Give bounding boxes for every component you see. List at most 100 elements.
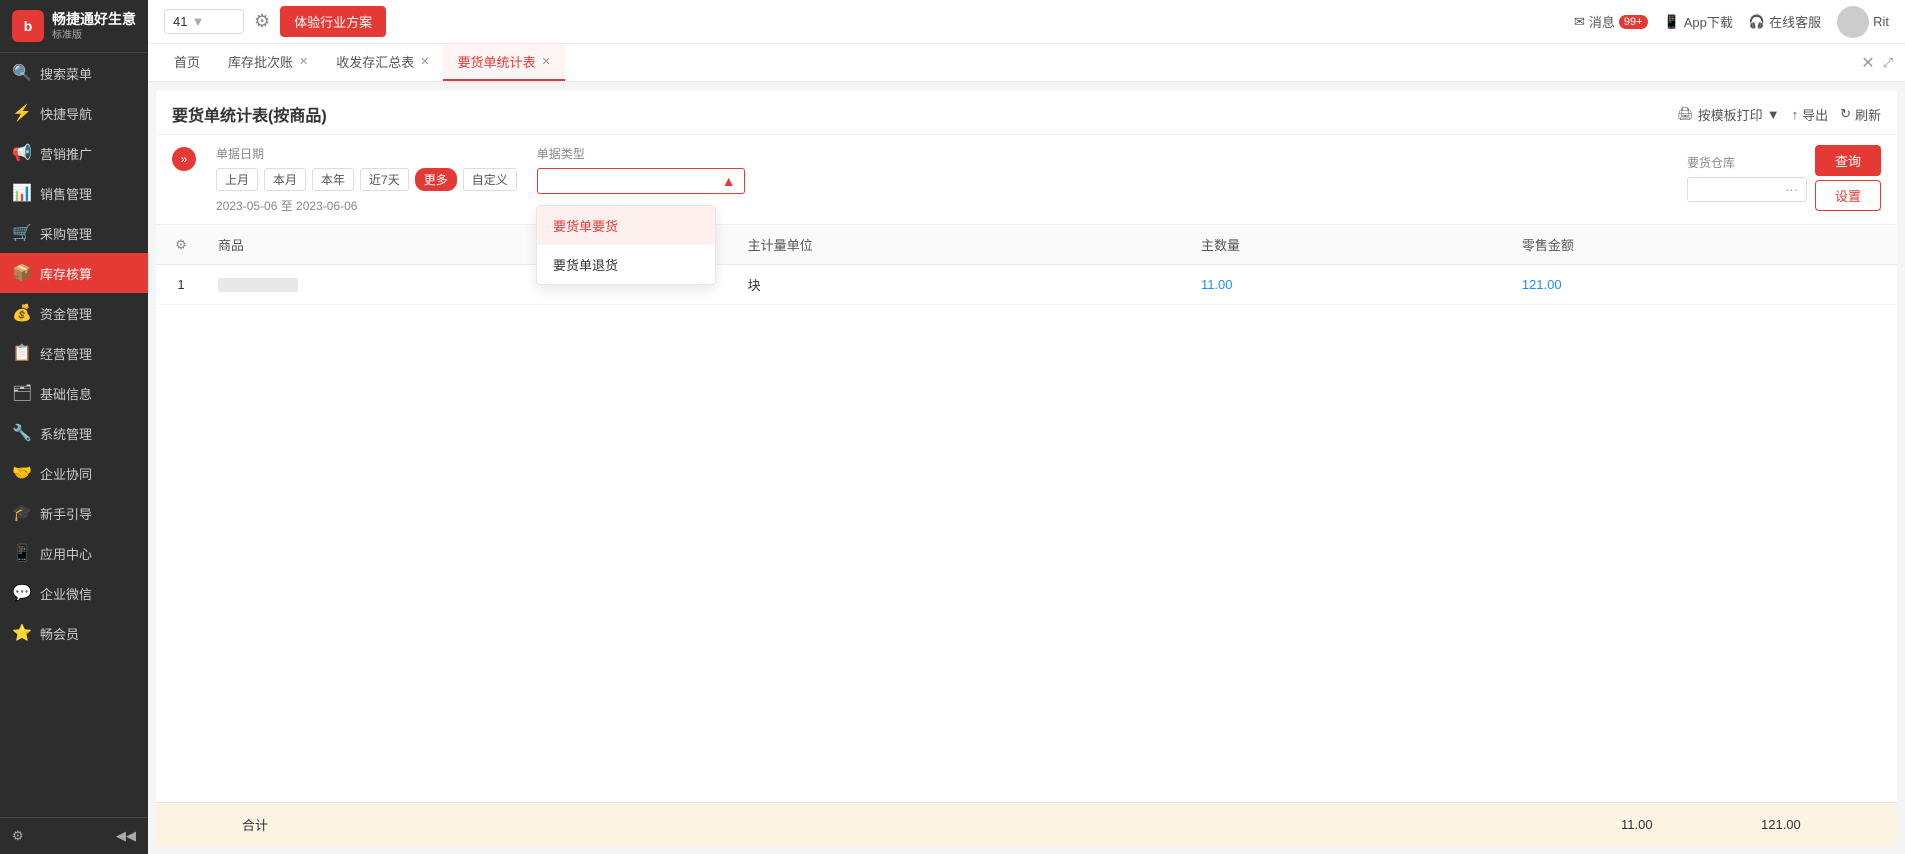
logo-text: 畅捷通好生意 标准版 [52,10,136,41]
sidebar-item-basic-info[interactable]: 🗂 基础信息 [0,373,148,413]
messages-badge: 99+ [1619,15,1648,29]
warehouse-filter-label: 要货仓库 [1687,154,1807,171]
operations-icon: 📋 [12,343,32,363]
sidebar-item-system[interactable]: 🔧 系统管理 [0,413,148,453]
sidebar-item-quick-nav[interactable]: ⚡ 快捷导航 [0,93,148,133]
cell-amount[interactable]: 121.00 [1510,265,1897,305]
member-icon: ⭐ [12,623,32,643]
type-filter-group: 单据类型 ▲ [537,145,745,194]
settings-button[interactable]: 设置 [1815,180,1881,211]
date-btn-last-month[interactable]: 上月 [216,168,258,191]
wechat-icon: 💬 [12,583,32,603]
sidebar: b 畅捷通好生意 标准版 🔍 搜索菜单 ⚡ 快捷导航 📢 营销推广 📊 销售管理… [0,0,148,854]
refresh-btn[interactable]: ↻ 刷新 [1840,105,1881,124]
user-avatar-btn[interactable]: Rit [1837,6,1889,38]
search-icon: 🔍 [12,63,32,83]
inventory-icon: 📦 [12,263,32,283]
tab-receive-send[interactable]: 收发存汇总表 ✕ [322,44,443,81]
purchase-icon: 🛒 [12,223,32,243]
app-download-btn[interactable]: 📱 App下载 [1664,12,1733,31]
page-content: 要货单统计表(按商品) 🖨 按模板打印 ▼ ↑ 导出 ↻ 刷新 » [156,90,1897,846]
tab-inventory-batch[interactable]: 库存批次账 ✕ [214,44,322,81]
tabs-bar-right: ✕ ⤢ [1861,53,1893,73]
cell-index: 1 [156,265,206,305]
tab-expand-icon[interactable]: ⤢ [1883,55,1893,71]
sidebar-item-guide[interactable]: 🎓 新手引导 [0,493,148,533]
date-btn-custom[interactable]: 自定义 [463,168,517,191]
print-btn[interactable]: 🖨 按模板打印 ▼ [1677,105,1779,124]
sidebar-item-operations[interactable]: 📋 经营管理 [0,333,148,373]
industry-btn[interactable]: 体验行业方案 [280,6,386,37]
warehouse-more-icon[interactable]: ··· [1785,182,1798,197]
basic-info-icon: 🗂 [12,383,32,403]
table-footer: 合计 11.00 121.00 [156,802,1897,846]
sidebar-item-purchase[interactable]: 🛒 采购管理 [0,213,148,253]
sidebar-item-inventory[interactable]: 📦 库存核算 [0,253,148,293]
tab-close-receive-send[interactable]: ✕ [420,55,429,68]
col-amount: 零售金额 [1510,225,1897,265]
sidebar-item-app-center[interactable]: 📱 应用中心 [0,533,148,573]
query-button[interactable]: 查询 [1815,145,1881,176]
type-filter-label: 单据类型 [537,145,745,162]
sidebar-bottom: ⚙ ◀◀ [0,817,148,854]
sidebar-item-member[interactable]: ⭐ 畅会员 [0,613,148,653]
sidebar-settings-icon[interactable]: ⚙ [12,828,24,844]
date-filter-label: 单据日期 [216,145,517,162]
sidebar-item-sales[interactable]: 📊 销售管理 [0,173,148,213]
date-btn-this-year[interactable]: 本年 [312,168,354,191]
sidebar-item-enterprise-collab[interactable]: 🤝 企业协同 [0,453,148,493]
tab-close-order-stats[interactable]: ✕ [542,55,551,68]
col-unit: 主计量单位 [736,225,1189,265]
user-name: Rit [1873,14,1889,29]
marketing-icon: 📢 [12,143,32,163]
selector-chevron-icon: ▼ [191,14,204,29]
sidebar-item-search[interactable]: 🔍 搜索菜单 [0,53,148,93]
type-filter-input[interactable] [546,174,722,189]
type-filter-select[interactable]: ▲ [537,168,745,194]
sales-icon: 📊 [12,183,32,203]
dropdown-item-return-goods[interactable]: 要货单退货 [537,245,715,284]
export-icon: ↑ [1792,107,1799,122]
warehouse-select[interactable]: ··· [1687,177,1807,202]
sidebar-logo: b 畅捷通好生意 标准版 [0,0,148,53]
sidebar-item-finance[interactable]: 💰 资金管理 [0,293,148,333]
sidebar-collapse-button[interactable]: ◀◀ [116,828,136,844]
cell-unit: 块 [736,265,1189,305]
system-icon: 🔧 [12,423,32,443]
tabs-bar: 首页 库存批次账 ✕ 收发存汇总表 ✕ 要货单统计表 ✕ ✕ ⤢ [148,44,1905,82]
table-area: ⚙ 商品 主计量单位 主数量 零售金额 1 块 [156,225,1897,802]
page-header-actions: 🖨 按模板打印 ▼ ↑ 导出 ↻ 刷新 [1677,105,1881,124]
dropdown-item-order-goods[interactable]: 要货单要货 [537,206,715,245]
footer-quantity: 11.00 [1621,817,1741,832]
date-btn-last-7-days[interactable]: 近7天 [360,168,409,191]
main-content: 41 ▼ ⚙ 体验行业方案 ✉ 消息 99+ 📱 App下载 🎧 在线客服 R [148,0,1905,854]
table-row: 1 块 11.00 121.00 [156,265,1897,305]
print-chevron-icon: ▼ [1767,107,1780,122]
date-filter-group: 单据日期 上月 本月 本年 近7天 更多 自定义 2023-05-06 至 20… [216,145,517,214]
phone-icon: 📱 [1664,14,1680,30]
cell-quantity[interactable]: 11.00 [1189,265,1510,305]
avatar [1837,6,1869,38]
store-selector[interactable]: 41 ▼ [164,9,244,34]
export-btn[interactable]: ↑ 导出 [1792,105,1829,124]
page-title: 要货单统计表(按商品) [172,102,327,126]
sidebar-item-marketing[interactable]: 📢 营销推广 [0,133,148,173]
logo-icon: b [12,10,44,42]
date-btn-this-month[interactable]: 本月 [264,168,306,191]
sidebar-item-wechat[interactable]: 💬 企业微信 [0,573,148,613]
tab-close-inventory-batch[interactable]: ✕ [299,55,308,68]
quick-nav-icon: ⚡ [12,103,32,123]
table-settings-icon[interactable]: ⚙ [175,237,187,252]
tab-home[interactable]: 首页 [160,44,214,81]
data-table: ⚙ 商品 主计量单位 主数量 零售金额 1 块 [156,225,1897,305]
tab-order-stats[interactable]: 要货单统计表 ✕ [443,44,564,81]
date-btn-more[interactable]: 更多 [415,168,457,191]
messages-btn[interactable]: ✉ 消息 99+ [1574,12,1648,31]
tab-close-all-icon[interactable]: ✕ [1861,53,1874,73]
settings-icon[interactable]: ⚙ [254,11,270,32]
filter-expand-btn[interactable]: » [172,147,196,171]
filter-bar: » 单据日期 上月 本月 本年 近7天 更多 自定义 2023-05-06 至 … [156,135,1897,225]
print-icon: 🖨 [1677,106,1694,122]
topbar: 41 ▼ ⚙ 体验行业方案 ✉ 消息 99+ 📱 App下载 🎧 在线客服 R [148,0,1905,44]
online-service-btn[interactable]: 🎧 在线客服 [1749,12,1821,31]
